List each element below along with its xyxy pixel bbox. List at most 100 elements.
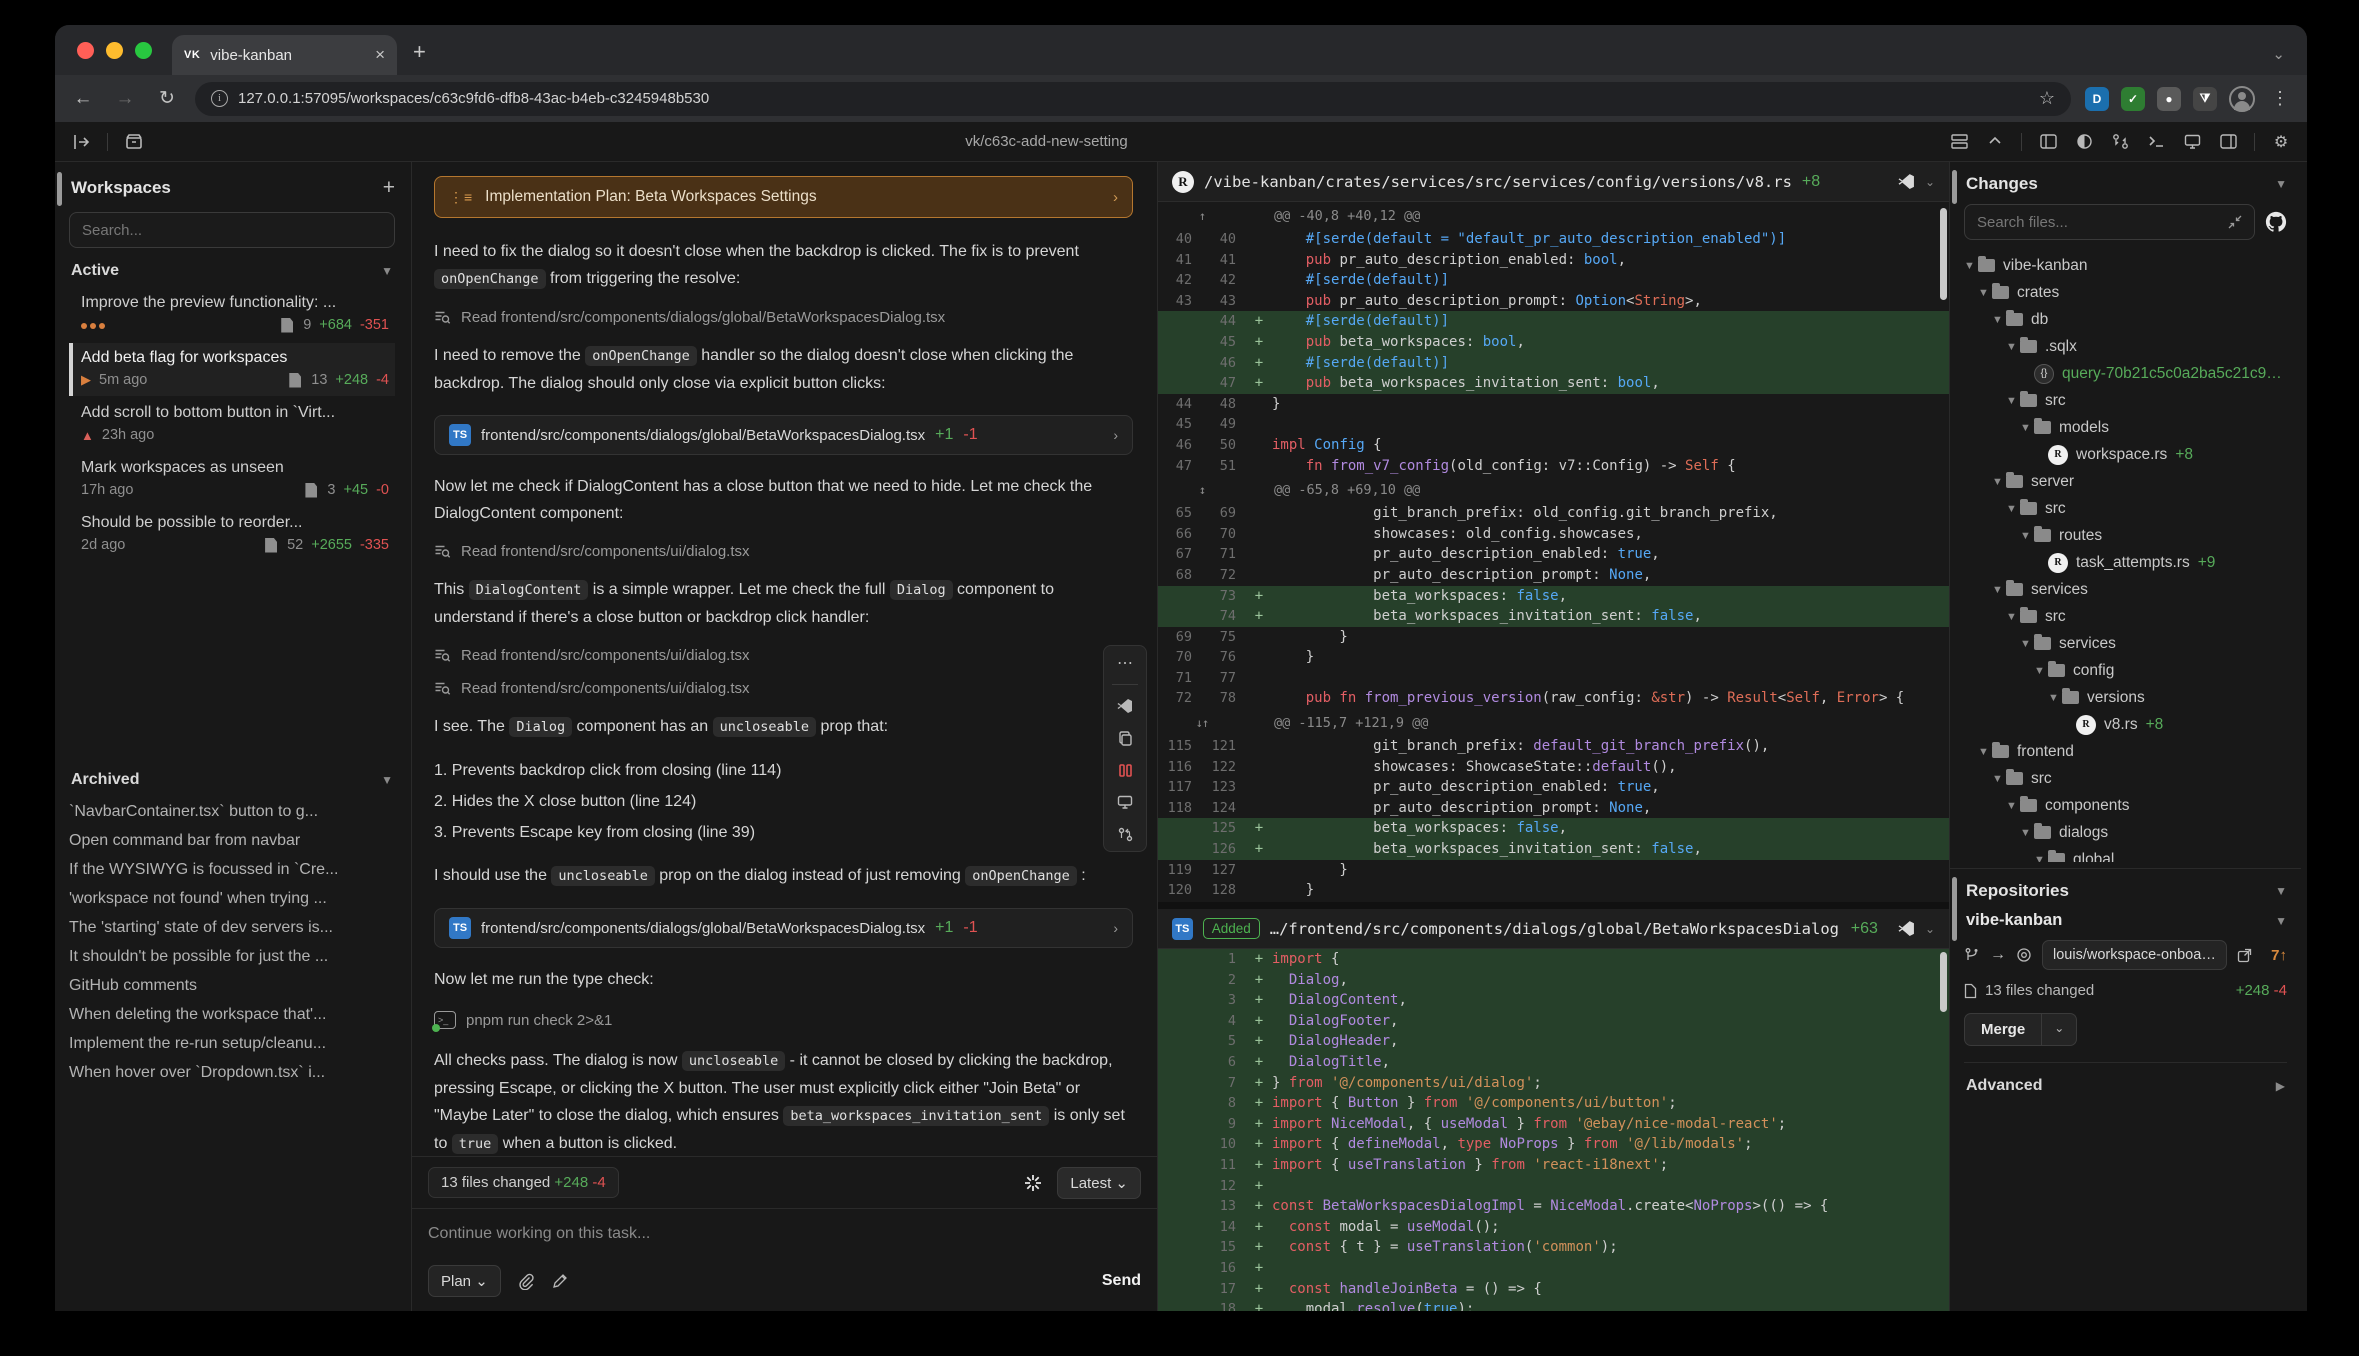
window-controls[interactable] — [55, 42, 172, 75]
archived-workspace-item[interactable]: When hover over `Dropdown.tsx` i... — [69, 1058, 395, 1087]
hunk-header-row[interactable]: ↓↑ @@ -115,7 +121,9 @@ — [1158, 709, 1949, 736]
archived-section-header[interactable]: Archived ▼ — [71, 771, 393, 789]
branch-selector[interactable]: louis/workspace-onboarding ⌄ — [2042, 940, 2227, 970]
archived-workspace-item[interactable]: If the WYSIWYG is focussed in `Cre... — [69, 855, 395, 884]
diff-panel-header[interactable]: R/vibe-kanban/crates/services/src/servic… — [1158, 162, 1949, 202]
split-columns-icon[interactable] — [1114, 759, 1136, 781]
tree-folder-row[interactable]: ▼ services — [1964, 576, 2287, 603]
attach-paperclip-icon[interactable] — [517, 1272, 535, 1290]
merge-options-chevron[interactable]: ⌄ — [2042, 1013, 2078, 1046]
archived-workspace-item[interactable]: GitHub comments — [69, 971, 395, 1000]
new-tab-button[interactable]: + — [397, 39, 442, 75]
diff-body[interactable]: ↑ @@ -40,8 +40,12 @@ 40 40 #[serde(default … — [1158, 202, 1949, 902]
monitor-icon[interactable] — [2182, 132, 2202, 152]
archived-workspace-item[interactable]: The 'starting' state of dev servers is..… — [69, 913, 395, 942]
close-tab-icon[interactable]: × — [375, 45, 385, 65]
tree-folder-row[interactable]: ▼ db — [1964, 306, 2287, 333]
git-pr-icon[interactable] — [1114, 823, 1136, 845]
camera-extension-icon[interactable]: ● — [2157, 86, 2181, 111]
reload-icon[interactable]: ↻ — [153, 87, 181, 110]
chevron-down-icon[interactable]: ▼ — [2275, 914, 2287, 928]
diff-panel-header[interactable]: TS Added …/frontend/src/components/dialogs… — [1158, 909, 1949, 949]
shrink-icon[interactable] — [2228, 215, 2242, 229]
github-icon[interactable] — [2265, 211, 2287, 233]
archived-workspace-item[interactable]: 'workspace not found' when trying ... — [69, 884, 395, 913]
copy-icon[interactable] — [1114, 727, 1136, 749]
tool-call-row[interactable]: Read frontend/src/components/dialogs/glo… — [434, 309, 1133, 326]
active-section-header[interactable]: Active ▼ — [71, 262, 393, 280]
browser-tab[interactable]: VK vibe-kanban × — [172, 35, 397, 75]
open-in-vscode-icon[interactable] — [1114, 695, 1136, 717]
message-input[interactable]: Continue working on this task... — [412, 1209, 1157, 1261]
extensions-puzzle-icon[interactable]: ⧩ — [2193, 86, 2217, 111]
edited-file-chip[interactable]: TS frontend/src/components/dialogs/global… — [434, 908, 1133, 948]
maximize-window-icon[interactable] — [135, 42, 152, 59]
back-icon[interactable]: ← — [69, 88, 97, 110]
settings-gear-icon[interactable]: ⚙ — [2271, 132, 2291, 152]
tab-search-icon[interactable]: ⌄ — [2250, 45, 2307, 75]
scrollbar-thumb[interactable] — [1940, 208, 1947, 300]
rows-layout-icon[interactable] — [1949, 132, 1969, 152]
tree-folder-row[interactable]: ▼ routes — [1964, 522, 2287, 549]
tree-folder-row[interactable]: ▼ global — [1964, 846, 2287, 862]
add-workspace-button[interactable]: + — [383, 176, 395, 200]
preview-monitor-icon[interactable] — [1114, 791, 1136, 813]
changes-file-tree[interactable]: ▼ vibe-kanban ▼ crates ▼ db ▼ .sqlx {} query-70b2… — [1964, 252, 2287, 862]
workspace-search-input[interactable]: Search... — [69, 212, 395, 248]
tree-file-row[interactable]: Rworkspace.rs +8 — [1964, 441, 2287, 468]
edited-file-chip[interactable]: TS frontend/src/components/dialogs/global… — [434, 415, 1133, 455]
file-search-input[interactable]: Search files... — [1964, 204, 2255, 240]
merge-button[interactable]: Merge — [1964, 1013, 2043, 1046]
scrollbar-thumb[interactable] — [1940, 952, 1947, 1012]
workspace-item[interactable]: Mark workspaces as unseen 17h ago 3 +45 -0 — [69, 453, 395, 506]
conversation-scroll-area[interactable]: ⋮≡ Implementation Plan: Beta Workspaces S… — [412, 162, 1157, 1156]
bookmark-star-icon[interactable]: ☆ — [2039, 88, 2055, 109]
workspace-item[interactable]: Improve the preview functionality: ... 9 +… — [69, 288, 395, 341]
tree-file-row[interactable]: {} query-70b21c5c0a2ba5c21c9c1132f14a68 — [1964, 360, 2287, 387]
tree-folder-row[interactable]: ▼ models — [1964, 414, 2287, 441]
mode-selector[interactable]: Plan ⌄ — [428, 1265, 501, 1297]
tool-call-row[interactable]: Read frontend/src/components/ui/dialog.t… — [434, 647, 1133, 664]
tree-file-row[interactable]: Rtask_attempts.rs +9 — [1964, 549, 2287, 576]
open-external-icon[interactable] — [2237, 948, 2252, 963]
extension-icon[interactable]: D — [2085, 86, 2109, 111]
shield-extension-icon[interactable]: ✓ — [2121, 86, 2145, 111]
archived-workspace-item[interactable]: `NavbarContainer.tsx` button to g... — [69, 797, 395, 826]
archived-workspace-item[interactable]: When deleting the workspace that'... — [69, 1000, 395, 1029]
git-compare-icon[interactable] — [2110, 132, 2130, 152]
more-options-icon[interactable]: ⋯ — [1114, 652, 1136, 674]
hunk-header-row[interactable]: ↑ @@ -40,8 +40,12 @@ — [1158, 202, 1949, 229]
right-panel-icon[interactable] — [2218, 132, 2238, 152]
hunk-header-row[interactable]: ↕ @@ -65,8 +69,10 @@ — [1158, 476, 1949, 503]
left-panel-icon[interactable] — [2038, 132, 2058, 152]
chevron-down-icon[interactable]: ▼ — [2275, 884, 2287, 898]
tool-call-row[interactable]: Read frontend/src/components/ui/dialog.t… — [434, 680, 1133, 697]
address-bar[interactable]: i 127.0.0.1:57095/workspaces/c63c9fd6-df… — [195, 81, 2071, 116]
archived-workspace-item[interactable]: Open command bar from navbar — [69, 826, 395, 855]
close-window-icon[interactable] — [77, 42, 94, 59]
tree-folder-row[interactable]: ▼ components — [1964, 792, 2287, 819]
collapse-all-icon[interactable] — [1985, 132, 2005, 152]
expand-hunk-icon[interactable]: ↕ — [1158, 483, 1246, 497]
workspace-item[interactable]: Should be possible to reorder... 2d ago 52… — [69, 508, 395, 561]
tree-folder-row[interactable]: ▼ src — [1964, 603, 2287, 630]
terminal-command-row[interactable]: >_ pnpm run check 2>&1 — [432, 1011, 1133, 1032]
open-in-vscode-icon[interactable] — [1898, 173, 1915, 190]
profile-avatar[interactable] — [2229, 85, 2255, 112]
tree-folder-row[interactable]: ▼ frontend — [1964, 738, 2287, 765]
expand-hunk-icon[interactable]: ↓↑ — [1158, 716, 1246, 730]
tree-folder-row[interactable]: ▼ config — [1964, 657, 2287, 684]
tree-folder-row[interactable]: ▼ src — [1964, 765, 2287, 792]
tree-folder-row[interactable]: ▼ dialogs — [1964, 819, 2287, 846]
send-button[interactable]: Send — [1102, 1272, 1141, 1290]
workspace-item[interactable]: Add beta flag for workspaces ▶ 5m ago 13 +24… — [69, 343, 395, 396]
expand-hunk-icon[interactable]: ↑ — [1158, 209, 1246, 223]
tree-folder-row[interactable]: ▼ src — [1964, 495, 2287, 522]
chevron-down-icon[interactable]: ⌄ — [1925, 922, 1935, 936]
archive-box-icon[interactable] — [124, 132, 144, 152]
archived-workspace-item[interactable]: Implement the re-run setup/cleanu... — [69, 1029, 395, 1058]
tree-file-row[interactable]: Rv8.rs +8 — [1964, 711, 2287, 738]
tree-folder-row[interactable]: ▼ .sqlx — [1964, 333, 2287, 360]
repo-name[interactable]: vibe-kanban — [1966, 911, 2275, 930]
tree-folder-row[interactable]: ▼ versions — [1964, 684, 2287, 711]
